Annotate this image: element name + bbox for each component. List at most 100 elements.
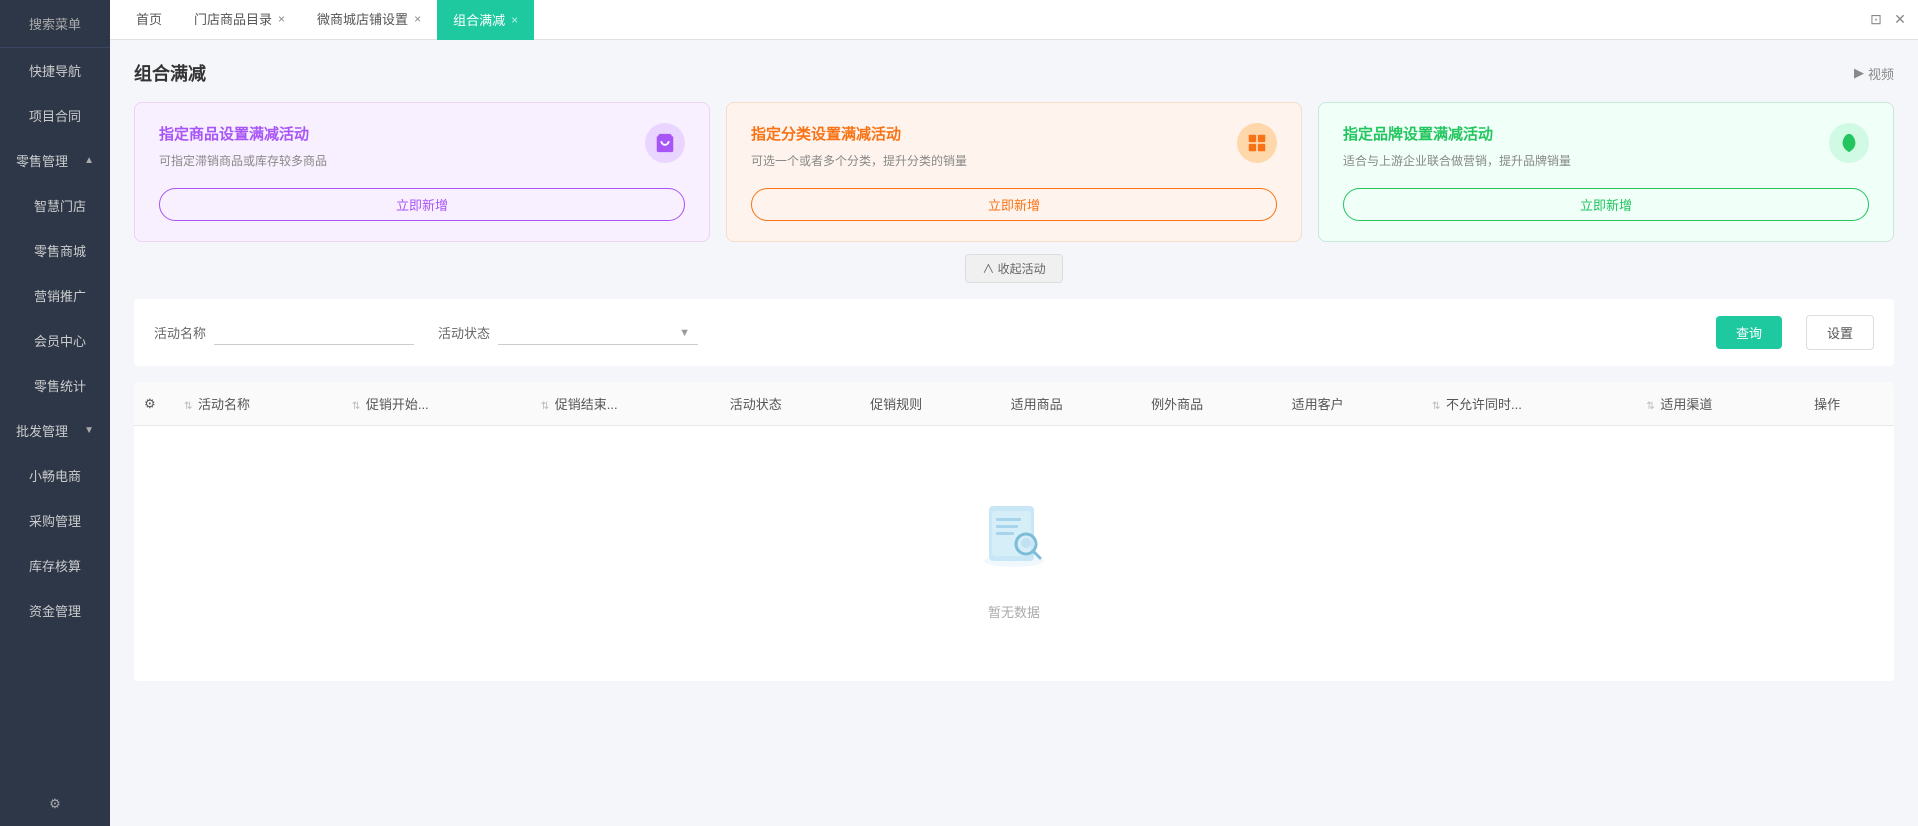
th-name: ⇅ 活动名称 — [174, 382, 342, 426]
tab-combo-discount-label: 组合满减 — [453, 10, 505, 29]
sidebar-item-wholesale-mgmt[interactable]: 批发管理 ▼ — [0, 408, 110, 453]
close-icon[interactable]: × — [414, 12, 421, 26]
sidebar-search[interactable]: 搜索菜单 — [0, 0, 110, 48]
product-card-add-button[interactable]: 立即新增 — [159, 188, 685, 221]
empty-text: 暂无数据 — [988, 602, 1040, 621]
tab-home[interactable]: 首页 — [120, 0, 178, 40]
sidebar-item-label: 项目合同 — [29, 106, 81, 125]
sidebar-item-xiaochang-ecom[interactable]: 小畅电商 — [0, 453, 110, 498]
brand-card: 指定品牌设置满减活动 适合与上游企业联合做营销，提升品牌销量 立即新增 — [1318, 102, 1894, 242]
brand-card-add-button[interactable]: 立即新增 — [1343, 188, 1869, 221]
th-channel-label: 适用渠道 — [1660, 397, 1712, 412]
activity-name-input[interactable] — [214, 321, 414, 345]
tab-wechat-settings[interactable]: 微商城店铺设置 × — [301, 0, 437, 40]
sidebar-item-label: 零售统计 — [34, 376, 86, 395]
th-action: 操作 — [1804, 382, 1894, 426]
activity-name-filter: 活动名称 — [154, 321, 414, 345]
sidebar-item-retail-mgmt[interactable]: 零售管理 ▲ — [0, 138, 110, 183]
close-icon[interactable]: × — [511, 13, 518, 27]
gear-icon: ⚙ — [49, 796, 61, 811]
tab-product-catalog-label: 门店商品目录 — [194, 9, 272, 28]
close-window-icon: ✕ — [1894, 11, 1906, 28]
sidebar-item-label: 零售商城 — [34, 241, 86, 260]
cards-row: 指定商品设置满减活动 可指定滞销商品或库存较多商品 立即新增 指定分类设置满减活 — [134, 102, 1894, 242]
th-end: ⇅ 促销结束... — [531, 382, 720, 426]
maximize-icon: ⊡ — [1870, 11, 1882, 28]
sidebar-item-inventory-calc[interactable]: 库存核算 — [0, 543, 110, 588]
sidebar-item-label: 零售管理 — [16, 151, 68, 170]
sort-icon[interactable]: ⇅ — [1646, 401, 1654, 412]
collapse-row: ∧ 收起活动 — [134, 254, 1894, 283]
empty-state: 暂无数据 — [134, 426, 1894, 681]
tab-combo-discount[interactable]: 组合满减 × — [437, 0, 534, 40]
data-table-wrap: ⚙ ⇅ 活动名称 ⇅ 促销开始... ⇅ 促销结束... — [134, 382, 1894, 681]
sidebar-item-finance-mgmt[interactable]: 资金管理 — [0, 588, 110, 633]
sidebar-item-smart-store[interactable]: 智慧门店 — [0, 183, 110, 228]
tab-wechat-settings-label: 微商城店铺设置 — [317, 9, 408, 28]
th-customer-label: 适用客户 — [1292, 397, 1344, 412]
settings-button[interactable]: 设置 — [1806, 315, 1874, 350]
data-table: ⚙ ⇅ 活动名称 ⇅ 促销开始... ⇅ 促销结束... — [134, 382, 1894, 426]
th-gear: ⚙ — [134, 382, 174, 426]
video-link[interactable]: ▶ 视频 — [1854, 64, 1894, 83]
sidebar-item-retail-stats[interactable]: 零售统计 — [0, 363, 110, 408]
sidebar-settings-btn[interactable]: ⚙ — [0, 782, 110, 826]
sort-icon[interactable]: ⇅ — [541, 401, 549, 412]
query-button[interactable]: 查询 — [1716, 316, 1782, 349]
collapse-activities-button[interactable]: ∧ 收起活动 — [965, 254, 1062, 283]
category-card-title: 指定分类设置满减活动 — [751, 123, 1277, 144]
sidebar-item-retail-mall[interactable]: 零售商城 — [0, 228, 110, 273]
tab-home-label: 首页 — [136, 9, 162, 28]
th-no-concurrent-label: 不允许同时... — [1446, 397, 1522, 412]
sidebar-item-label: 批发管理 — [16, 421, 68, 440]
activity-status-label: 活动状态 — [438, 323, 490, 342]
product-card-desc: 可指定滞销商品或库存较多商品 — [159, 152, 685, 171]
sidebar-item-label: 会员中心 — [34, 331, 86, 350]
sidebar-item-label: 快捷导航 — [29, 61, 81, 80]
sidebar-item-label: 小畅电商 — [29, 466, 81, 485]
th-name-label: 活动名称 — [198, 397, 250, 412]
sidebar-item-label: 资金管理 — [29, 601, 81, 620]
category-card-icon — [1237, 123, 1277, 163]
filter-row: 活动名称 活动状态 ▼ 查询 设置 — [134, 299, 1894, 366]
activity-status-input[interactable] — [498, 321, 698, 345]
sort-icon[interactable]: ⇅ — [1432, 401, 1440, 412]
tab-product-catalog[interactable]: 门店商品目录 × — [178, 0, 301, 40]
sidebar-item-purchase-mgmt[interactable]: 采购管理 — [0, 498, 110, 543]
th-channel: ⇅ 适用渠道 — [1636, 382, 1804, 426]
sidebar-item-marketing[interactable]: 营销推广 — [0, 273, 110, 318]
sidebar-item-project-contract[interactable]: 项目合同 — [0, 93, 110, 138]
brand-card-desc: 适合与上游企业联合做营销，提升品牌销量 — [1343, 152, 1869, 171]
brand-card-icon — [1829, 123, 1869, 163]
brand-card-title: 指定品牌设置满减活动 — [1343, 123, 1869, 144]
th-except-label: 例外商品 — [1151, 397, 1203, 412]
sort-icon[interactable]: ⇅ — [184, 401, 192, 412]
gear-icon[interactable]: ⚙ — [144, 396, 156, 411]
product-card-title: 指定商品设置满减活动 — [159, 123, 685, 144]
page-title: 组合满减 — [134, 60, 206, 86]
chevron-down-icon: ▼ — [84, 425, 94, 436]
th-start-label: 促销开始... — [366, 397, 429, 412]
th-status: 活动状态 — [720, 382, 860, 426]
sidebar-item-member-center[interactable]: 会员中心 — [0, 318, 110, 363]
th-goods: 适用商品 — [1001, 382, 1141, 426]
sidebar-item-label: 采购管理 — [29, 511, 81, 530]
content-area: 组合满减 ▶ 视频 指定商品设置满减活动 可指定滞销商品或库存 — [110, 40, 1918, 826]
sort-icon[interactable]: ⇅ — [352, 401, 360, 412]
product-card: 指定商品设置满减活动 可指定滞销商品或库存较多商品 立即新增 — [134, 102, 710, 242]
chevron-up-icon: ▲ — [84, 155, 94, 166]
sidebar-item-label: 智慧门店 — [34, 196, 86, 215]
th-customer: 适用客户 — [1282, 382, 1422, 426]
category-card-add-button[interactable]: 立即新增 — [751, 188, 1277, 221]
close-icon[interactable]: × — [278, 12, 285, 26]
sidebar-item-quick-nav[interactable]: 快捷导航 — [0, 48, 110, 93]
table-header: ⚙ ⇅ 活动名称 ⇅ 促销开始... ⇅ 促销结束... — [134, 382, 1894, 426]
th-no-concurrent: ⇅ 不允许同时... — [1422, 382, 1636, 426]
activity-name-label: 活动名称 — [154, 323, 206, 342]
close-window-button[interactable]: ✕ — [1892, 12, 1908, 28]
window-controls: ⊡ ✕ — [1868, 12, 1908, 28]
play-icon: ▶ — [1854, 65, 1864, 81]
product-card-icon — [645, 123, 685, 163]
restore-window-button[interactable]: ⊡ — [1868, 12, 1884, 28]
tab-bar: 首页 门店商品目录 × 微商城店铺设置 × 组合满减 × ⊡ ✕ — [110, 0, 1918, 40]
